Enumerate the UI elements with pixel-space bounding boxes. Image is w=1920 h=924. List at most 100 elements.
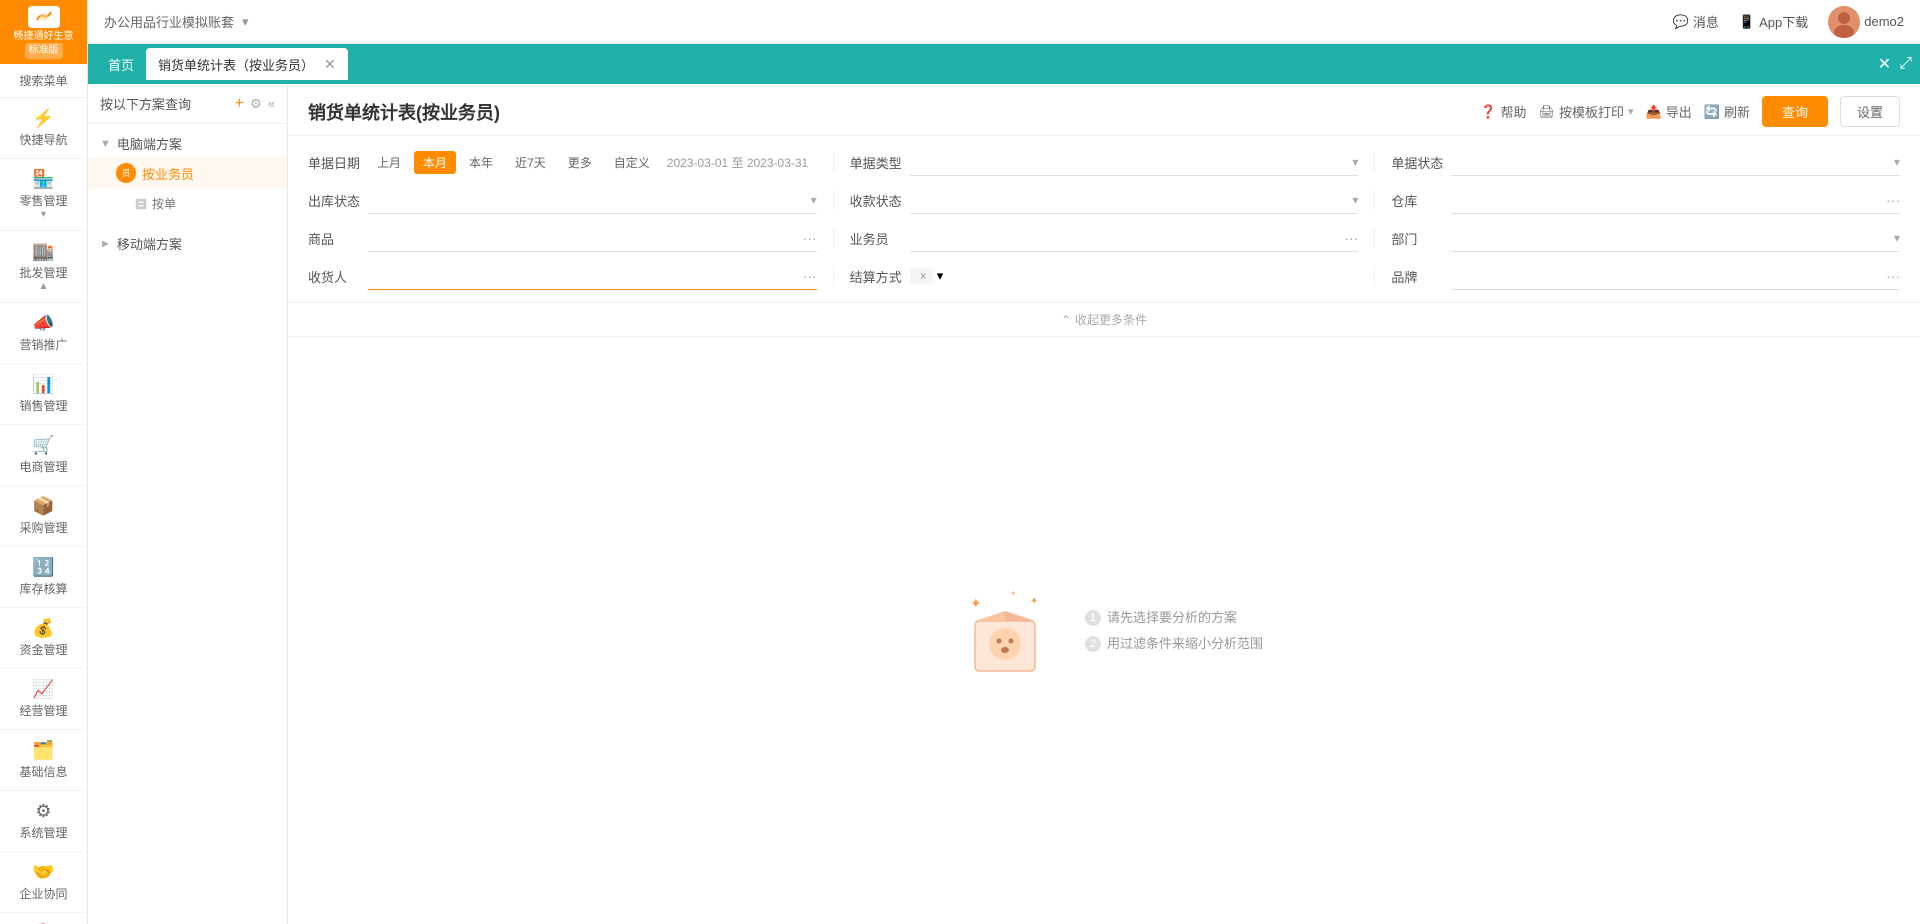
pay-select[interactable]: ▾ xyxy=(910,186,1359,214)
date-filter: 上月 本月 本年 近7天 更多 自定义 2023-03-01 至 2023-03… xyxy=(368,151,817,174)
sidebar-item-inventory[interactable]: 🔢 库存核算 xyxy=(0,547,87,608)
salesman-control: ··· xyxy=(910,224,1359,252)
brand-select[interactable]: ··· xyxy=(1451,262,1900,290)
salesman-select[interactable]: ··· xyxy=(910,224,1359,252)
sidebar-item-enterprise[interactable]: 🤝 企业协同 xyxy=(0,852,87,913)
date-btn-more[interactable]: 更多 xyxy=(559,151,601,174)
query-btn[interactable]: 查询 xyxy=(1762,96,1828,127)
filter-date: 单据日期 上月 本月 本年 近7天 更多 自定义 2023-03-01 至 20… xyxy=(308,151,817,174)
sidebar-search-section[interactable]: 搜索菜单 xyxy=(0,64,87,98)
user-section[interactable]: demo2 xyxy=(1828,6,1904,38)
template-print-btn[interactable]: 🖨 按模板打印 ▾ xyxy=(1539,102,1634,121)
ship-select[interactable]: ▾ xyxy=(368,186,817,214)
warehouse-select[interactable]: ··· xyxy=(1451,186,1900,214)
message-label: 消息 xyxy=(1693,12,1719,31)
sidebar-item-wholesale[interactable]: 🏬 批发管理 ▲ xyxy=(0,231,87,303)
settings-btn[interactable]: 设置 xyxy=(1840,96,1900,127)
ecommerce-icon: 🛒 xyxy=(32,435,54,456)
left-panel-header: 按以下方案查询 + ⚙ « xyxy=(88,84,287,124)
date-btn-this-month[interactable]: 本月 xyxy=(414,151,456,174)
system-icon: ⚙ xyxy=(35,801,51,822)
logo-tag: 标准版 xyxy=(25,43,63,59)
receiver-input[interactable]: ··· xyxy=(368,262,817,290)
sidebar-item-shortcuts[interactable]: ⚡ 快捷导航 xyxy=(0,98,87,159)
svg-text:✦: ✦ xyxy=(1030,596,1038,607)
group-desktop-toggle[interactable]: ▼ xyxy=(100,138,111,150)
tab-sales-stat[interactable]: 销货单统计表（按业务员） ✕ xyxy=(146,48,348,80)
divider-7 xyxy=(833,266,834,286)
filter-type: 单据类型 ▾ xyxy=(850,148,1359,176)
empty-hint-2: 用过滤条件来缩小分析范围 xyxy=(1107,631,1263,657)
goods-ellipsis: ··· xyxy=(803,230,817,246)
breadcrumb-text: 办公用品行业模拟账套 xyxy=(104,12,234,31)
divider-3 xyxy=(833,190,834,210)
type-select[interactable]: ▾ xyxy=(910,148,1359,176)
empty-text: 请先选择要分析的方案 用过滤条件来缩小分析范围 xyxy=(1085,605,1263,657)
goods-select[interactable]: ··· xyxy=(368,224,817,252)
brand-ellipsis: ··· xyxy=(1886,268,1900,284)
collapse-panel-btn[interactable]: « xyxy=(268,96,275,111)
divider-4 xyxy=(1374,190,1375,210)
dept-select[interactable]: ▾ xyxy=(1451,224,1900,252)
sidebar-item-sales[interactable]: 📊 销售管理 xyxy=(0,364,87,425)
retail-icon: 🏪 xyxy=(32,169,54,190)
sidebar-item-finance[interactable]: 💰 资金管理 xyxy=(0,608,87,669)
date-btn-custom[interactable]: 自定义 xyxy=(605,151,659,174)
collapse-conditions-btn[interactable]: ⌃ 收起更多条件 xyxy=(1049,309,1159,330)
app-download-btn[interactable]: 📱 App下载 xyxy=(1739,12,1808,31)
group-mobile-label: 移动端方案 xyxy=(117,234,182,253)
marketing-label: 营销推广 xyxy=(19,336,67,353)
export-btn[interactable]: 📤 导出 xyxy=(1646,102,1692,121)
group-desktop-label: 电脑端方案 xyxy=(117,134,182,153)
collapse-label: 收起更多条件 xyxy=(1075,311,1147,328)
scheme-by-order[interactable]: 按单 xyxy=(88,189,287,218)
date-btn-this-year[interactable]: 本年 xyxy=(460,151,502,174)
status-chevron: ▾ xyxy=(1894,155,1900,169)
breadcrumb: 办公用品行业模拟账套 ▾ xyxy=(104,12,249,31)
collapse-icon: ⌃ xyxy=(1061,313,1071,327)
sidebar-item-newbie[interactable]: 🎯 新手引导 xyxy=(0,913,87,924)
enterprise-label: 企业协同 xyxy=(19,885,67,902)
tab-close-icon[interactable]: ✕ xyxy=(324,56,336,73)
print-dropdown-arrow: ▾ xyxy=(1628,105,1634,118)
receiver-ellipsis: ··· xyxy=(803,268,817,284)
sidebar-item-ops[interactable]: 📈 经营管理 xyxy=(0,669,87,730)
ecommerce-label: 电商管理 xyxy=(19,458,67,475)
settings-scheme-btn[interactable]: ⚙ xyxy=(250,96,262,112)
breadcrumb-dropdown-icon[interactable]: ▾ xyxy=(242,14,249,30)
dept-control: ▾ xyxy=(1451,224,1900,252)
tab-restore-icon[interactable]: ⤢ xyxy=(1899,55,1912,73)
warehouse-label: 仓库 xyxy=(1391,191,1443,210)
refresh-btn[interactable]: 🔄 刷新 xyxy=(1704,102,1750,121)
sidebar-item-purchase[interactable]: 📦 采购管理 xyxy=(0,486,87,547)
content-area: 按以下方案查询 + ⚙ « ▼ 电脑端方案 员 按业务员 xyxy=(88,84,1920,924)
sidebar-item-marketing[interactable]: 📣 营销推广 xyxy=(0,303,87,364)
group-mobile-title: ► 移动端方案 xyxy=(88,230,287,257)
help-btn[interactable]: ❓ 帮助 xyxy=(1480,102,1526,121)
date-btn-7days[interactable]: 近7天 xyxy=(506,151,555,174)
date-btn-last-month[interactable]: 上月 xyxy=(368,151,410,174)
tab-home[interactable]: 首页 xyxy=(96,48,146,80)
group-mobile-toggle[interactable]: ► xyxy=(100,238,111,250)
left-panel: 按以下方案查询 + ⚙ « ▼ 电脑端方案 员 按业务员 xyxy=(88,84,288,924)
user-name: demo2 xyxy=(1864,14,1904,29)
message-btn[interactable]: 💬 消息 xyxy=(1673,12,1719,31)
scheme-by-salesman[interactable]: 员 按业务员 xyxy=(88,157,287,189)
shortcuts-label: 快捷导航 xyxy=(19,131,67,148)
finance-label: 资金管理 xyxy=(19,641,67,658)
retail-arrow: ▾ xyxy=(41,209,46,220)
sidebar-item-retail[interactable]: 🏪 零售管理 ▾ xyxy=(0,159,87,231)
app-download-label: App下载 xyxy=(1759,12,1808,31)
payment-chevron: ▾ xyxy=(937,268,944,284)
logo-icon xyxy=(28,6,60,28)
add-scheme-btn[interactable]: + xyxy=(235,95,244,113)
payment-tag-close[interactable]: × xyxy=(920,269,927,283)
sales-label: 销售管理 xyxy=(19,397,67,414)
sidebar-item-base[interactable]: 🗂️ 基础信息 xyxy=(0,730,87,791)
sidebar-item-system[interactable]: ⚙ 系统管理 xyxy=(0,791,87,852)
sidebar-item-ecommerce[interactable]: 🛒 电商管理 xyxy=(0,425,87,486)
tab-close-all-icon[interactable]: ✕ xyxy=(1878,54,1891,74)
status-select[interactable]: ▾ xyxy=(1451,148,1900,176)
help-label: 帮助 xyxy=(1500,102,1526,121)
receiver-label: 收货人 xyxy=(308,267,360,286)
